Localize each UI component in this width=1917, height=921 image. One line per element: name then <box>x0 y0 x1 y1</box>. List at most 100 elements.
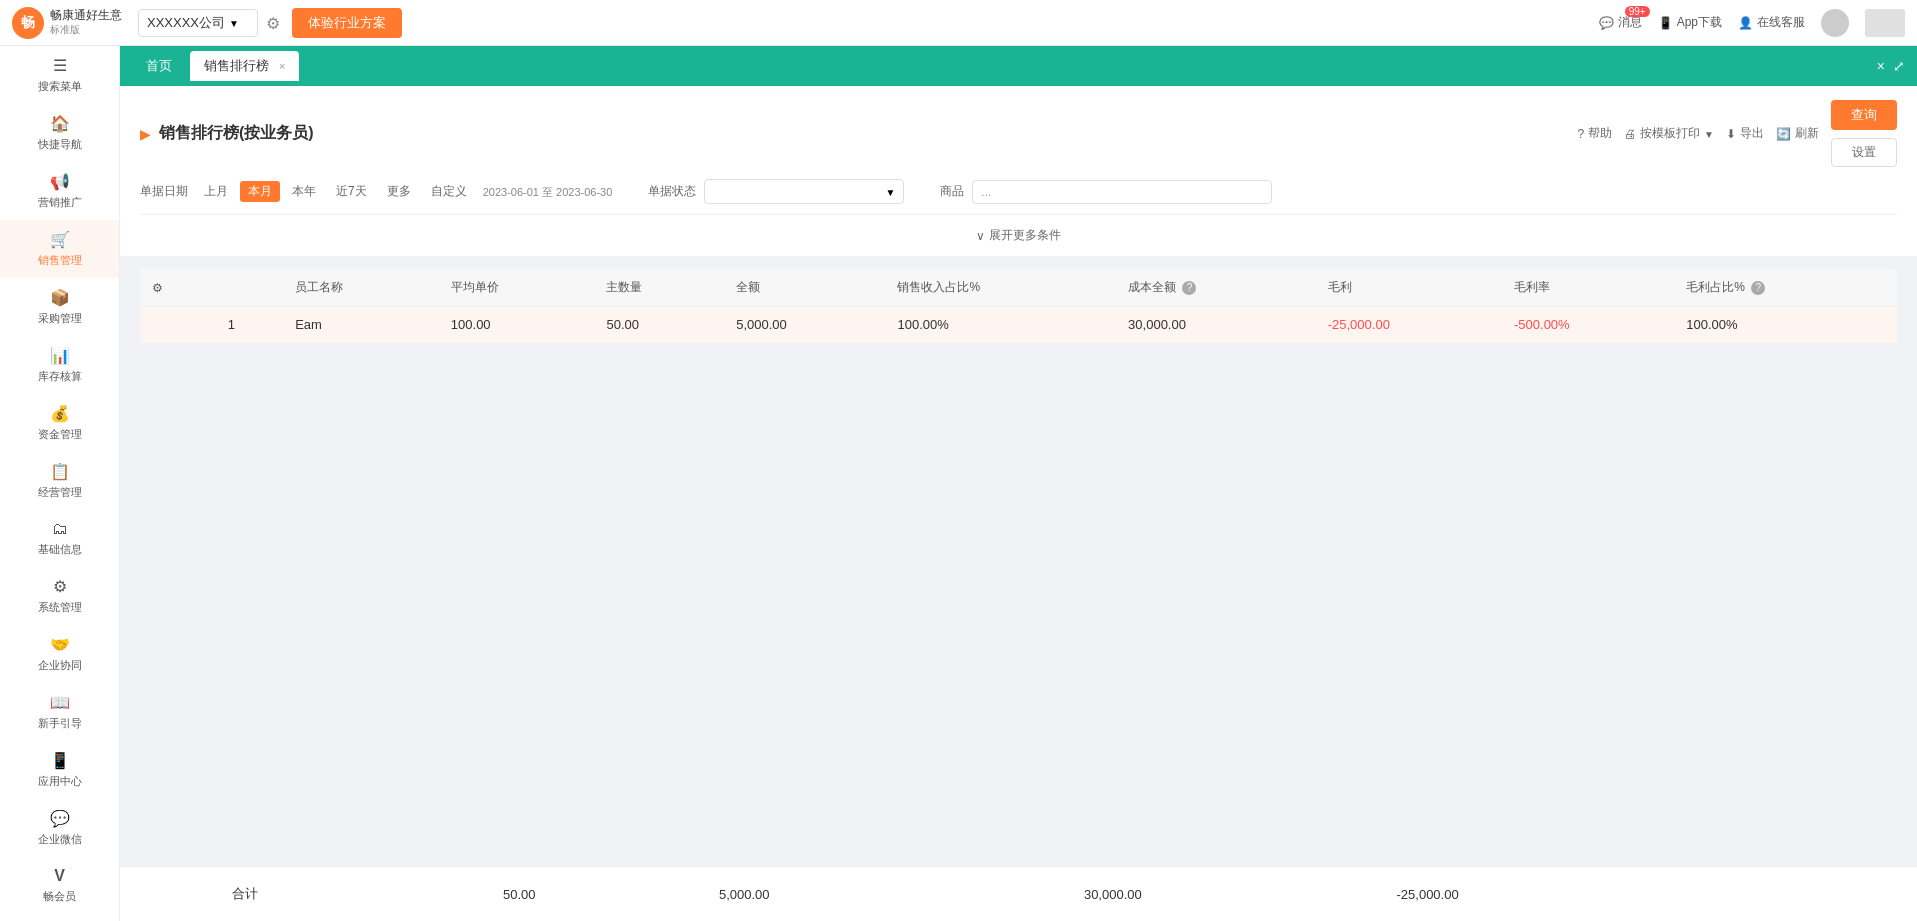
date-opt-last-month[interactable]: 上月 <box>196 181 236 202</box>
footer-amount: 5,000.00 <box>707 877 992 911</box>
goods-select[interactable]: ... <box>972 180 1272 204</box>
service-label: 在线客服 <box>1757 14 1805 31</box>
tab-home[interactable]: 首页 <box>132 51 186 81</box>
avatar[interactable] <box>1821 9 1849 37</box>
status-select-arrow <box>885 184 895 199</box>
print-button[interactable]: 🖨 按模板打印 <box>1624 125 1714 142</box>
sidebar-item-finance[interactable]: 💰 资金管理 <box>0 394 119 452</box>
window-close-button[interactable]: × <box>1877 58 1885 74</box>
goods-filter-label: 商品 <box>940 183 964 200</box>
cell-cost: 30,000.00 <box>1116 307 1316 343</box>
company-selector[interactable]: XXXXXX公司 <box>138 9 258 37</box>
refresh-icon: 🔄 <box>1776 127 1791 141</box>
sidebar-item-label: 企业协同 <box>38 658 82 673</box>
message-badge: 99+ <box>1625 6 1650 17</box>
online-service-button[interactable]: 👤 在线客服 <box>1738 14 1805 31</box>
brand-name: 畅康通好生意 <box>50 8 122 24</box>
window-expand-button[interactable]: ⤢ <box>1893 58 1905 74</box>
finance-icon: 💰 <box>50 404 70 423</box>
col-profit-rate: 毛利率 <box>1502 269 1674 307</box>
topbar-gear-icon[interactable]: ⚙ <box>266 14 284 32</box>
print-dropdown-icon <box>1704 127 1714 141</box>
sidebar-item-label: 基础信息 <box>38 542 82 557</box>
sidebar-item-system[interactable]: ⚙ 系统管理 <box>0 567 119 625</box>
sidebar-item-marketing[interactable]: 📢 营销推广 <box>0 162 119 220</box>
app-download-button[interactable]: 📱 App下载 <box>1658 14 1722 31</box>
table-settings-icon[interactable]: ⚙ <box>152 281 163 295</box>
system-icon: ⚙ <box>53 577 67 596</box>
message-icon: 💬 <box>1599 16 1614 30</box>
service-icon: 👤 <box>1738 16 1753 30</box>
sidebar-item-member[interactable]: V 畅会员 <box>0 857 119 914</box>
col-settings[interactable]: ⚙ <box>140 269 216 307</box>
date-opt-custom[interactable]: 自定义 <box>423 181 475 202</box>
trial-button[interactable]: 体验行业方案 <box>292 8 402 38</box>
sidebar-item-management[interactable]: 📋 经营管理 <box>0 452 119 510</box>
expand-more-row: ∨ 展开更多条件 <box>140 214 1897 256</box>
sidebar-item-guide[interactable]: 📖 新手引导 <box>0 683 119 741</box>
sidebar-item-basic-info[interactable]: 🗂 基础信息 <box>0 510 119 567</box>
sidebar-item-label: 新手引导 <box>38 716 82 731</box>
date-opt-this-year[interactable]: 本年 <box>284 181 324 202</box>
tab-sales-rank[interactable]: 销售排行榜 × <box>190 51 299 81</box>
sidebar-item-purchase[interactable]: 📦 采购管理 <box>0 278 119 336</box>
tab-close-icon[interactable]: × <box>279 60 285 72</box>
table-footer: 合计 50.00 5,000.00 30,000.00 -25,000.00 <box>120 866 1917 921</box>
cell-name: Eam <box>283 307 439 343</box>
sales-rank-tab-label: 销售排行榜 <box>204 57 269 75</box>
expand-more-button[interactable]: ∨ 展开更多条件 <box>964 221 1073 250</box>
brand-logo: 畅 畅康通好生意 标准版 <box>12 7 122 39</box>
col-amount: 全额 <box>724 269 885 307</box>
date-opt-7days[interactable]: 近7天 <box>328 181 375 202</box>
company-dropdown-icon <box>229 15 239 30</box>
expand-arrow-icon[interactable]: ▶ <box>140 126 151 142</box>
help-button[interactable]: ? 帮助 <box>1577 125 1612 142</box>
col-sales-pct: 销售收入占比% <box>885 269 1116 307</box>
cost-tip-icon[interactable]: ? <box>1182 281 1196 295</box>
company-name: XXXXXX公司 <box>147 14 225 32</box>
refresh-label: 刷新 <box>1795 125 1819 142</box>
header-actions: ? 帮助 🖨 按模板打印 ⬇ 导出 🔄 <box>1577 100 1897 167</box>
brand-subtitle: 标准版 <box>50 23 122 37</box>
sidebar-item-quick-nav[interactable]: 🏠 快捷导航 <box>0 104 119 162</box>
top-bar: 畅 畅康通好生意 标准版 XXXXXX公司 ⚙ 体验行业方案 💬 消息 99+ … <box>0 0 1917 46</box>
col-profit-pct: 毛利占比% ? <box>1674 269 1897 307</box>
profit-pct-tip-icon[interactable]: ? <box>1751 281 1765 295</box>
top-right-area: 💬 消息 99+ 📱 App下载 👤 在线客服 <box>1599 9 1905 37</box>
help-label: 帮助 <box>1588 125 1612 142</box>
home-icon: 🏠 <box>50 114 70 133</box>
date-opt-this-month[interactable]: 本月 <box>240 181 280 202</box>
inventory-icon: 📊 <box>50 346 70 365</box>
col-avg-price: 平均单价 <box>439 269 595 307</box>
col-quantity: 主数量 <box>594 269 724 307</box>
enterprise-icon: 🤝 <box>50 635 70 654</box>
print-icon: 🖨 <box>1624 127 1636 141</box>
cell-quantity: 50.00 <box>594 307 724 343</box>
date-options: 上月 本月 本年 近7天 更多 自定义 <box>196 181 475 202</box>
sidebar-item-enterprise[interactable]: 🤝 企业协同 <box>0 625 119 683</box>
sidebar-item-sales[interactable]: 🛒 销售管理 <box>0 220 119 278</box>
app-center-icon: 📱 <box>50 751 70 770</box>
sidebar-item-wechat[interactable]: 💬 企业微信 <box>0 799 119 857</box>
table-row: 1 Eam 100.00 50.00 5,000.00 100.00% 30,0… <box>140 307 1897 343</box>
sidebar-bottom: ⚙ ◀ <box>0 914 119 921</box>
date-opt-more[interactable]: 更多 <box>379 181 419 202</box>
sidebar-item-label: 营销推广 <box>38 195 82 210</box>
home-tab-label: 首页 <box>146 57 172 75</box>
sidebar-item-label: 采购管理 <box>38 311 82 326</box>
sidebar-item-label: 库存核算 <box>38 369 82 384</box>
sidebar-item-app-center[interactable]: 📱 应用中心 <box>0 741 119 799</box>
app-icon: 📱 <box>1658 16 1673 30</box>
settings-button[interactable]: 设置 <box>1831 138 1897 167</box>
footer-cost: 30,000.00 <box>1072 877 1385 911</box>
query-button[interactable]: 查询 <box>1831 100 1897 130</box>
date-range-display: 2023-06-01 至 2023-06-30 <box>483 185 613 200</box>
sidebar-item-search[interactable]: ☰ 搜索菜单 <box>0 46 119 104</box>
refresh-button[interactable]: 🔄 刷新 <box>1776 125 1819 142</box>
message-button[interactable]: 💬 消息 99+ <box>1599 14 1642 31</box>
sidebar-item-inventory[interactable]: 📊 库存核算 <box>0 336 119 394</box>
cell-amount: 5,000.00 <box>724 307 885 343</box>
status-select[interactable] <box>704 179 904 204</box>
sidebar-item-label: 快捷导航 <box>38 137 82 152</box>
export-button[interactable]: ⬇ 导出 <box>1726 125 1764 142</box>
